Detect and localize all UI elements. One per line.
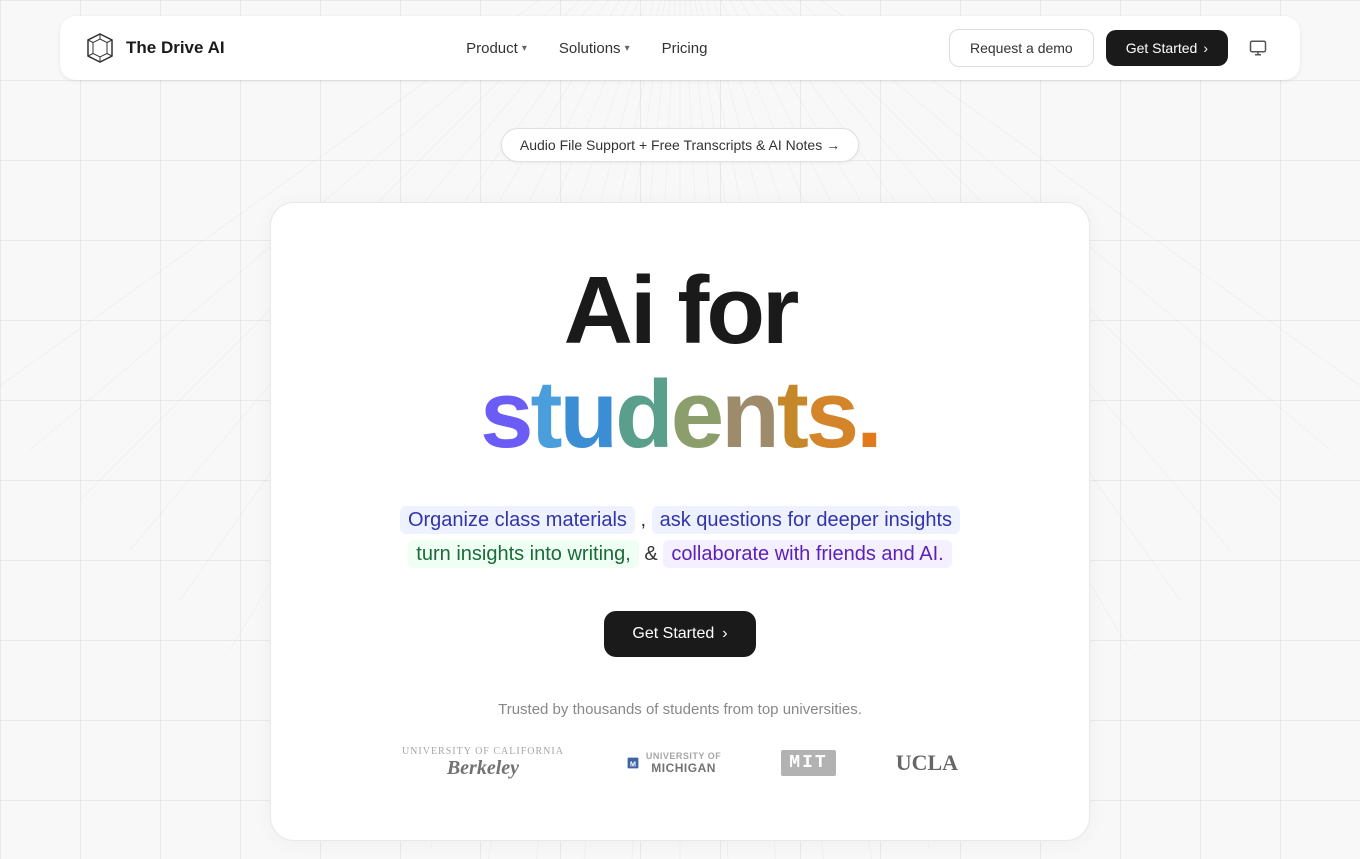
navbar: The Drive AI Product ▾ Solutions ▾ Prici… bbox=[60, 16, 1300, 80]
get-started-nav-button[interactable]: Get Started › bbox=[1106, 30, 1228, 66]
subtitle-highlight-questions: ask questions for deeper insights bbox=[652, 506, 960, 534]
nav-product[interactable]: Product ▾ bbox=[452, 32, 541, 65]
page-wrapper: The Drive AI Product ▾ Solutions ▾ Prici… bbox=[0, 0, 1360, 859]
main-content: The Drive AI Product ▾ Solutions ▾ Prici… bbox=[0, 16, 1360, 841]
hero-title-line1: Ai for bbox=[351, 263, 1009, 359]
request-demo-button[interactable]: Request a demo bbox=[949, 29, 1094, 67]
letter-s: s bbox=[480, 367, 530, 463]
letter-t2: t bbox=[777, 367, 806, 463]
get-started-hero-button[interactable]: Get Started › bbox=[604, 611, 755, 657]
letter-d: d bbox=[615, 367, 671, 463]
svg-text:M: M bbox=[630, 760, 636, 769]
hero-card: Ai for s t u d e n t s . Organize class … bbox=[270, 202, 1090, 841]
letter-dot: . bbox=[856, 367, 880, 463]
subtitle-highlight-writing: turn insights into writing, bbox=[408, 540, 639, 568]
nav-links: Product ▾ Solutions ▾ Pricing bbox=[452, 32, 721, 65]
subtitle-amp: & bbox=[644, 543, 663, 565]
hero-subtitle: Organize class materials , ask questions… bbox=[351, 503, 1009, 571]
letter-s2: s bbox=[806, 367, 856, 463]
subtitle-highlight-collaborate: collaborate with friends and AI. bbox=[663, 540, 951, 568]
berkeley-logo: UNIVERSITY OF CALIFORNIA Berkeley bbox=[402, 746, 564, 780]
hero-section: Audio File Support + Free Transcripts & … bbox=[0, 80, 1360, 841]
chevron-down-icon: ▾ bbox=[625, 43, 630, 54]
trusted-text: Trusted by thousands of students from to… bbox=[351, 701, 1009, 718]
brand-name: The Drive AI bbox=[126, 38, 225, 58]
arrow-right-icon: › bbox=[1203, 40, 1208, 56]
mit-logo: MIT bbox=[781, 750, 835, 776]
nav-pricing[interactable]: Pricing bbox=[648, 32, 722, 65]
subtitle-comma1: , bbox=[641, 509, 652, 531]
brand-logo-icon bbox=[84, 32, 116, 64]
monitor-icon[interactable] bbox=[1240, 30, 1276, 66]
nav-solutions[interactable]: Solutions ▾ bbox=[545, 32, 644, 65]
announcement-badge[interactable]: Audio File Support + Free Transcripts & … bbox=[501, 128, 859, 162]
chevron-down-icon: ▾ bbox=[522, 43, 527, 54]
letter-u: u bbox=[560, 367, 616, 463]
letter-e: e bbox=[671, 367, 721, 463]
nav-actions: Request a demo Get Started › bbox=[949, 29, 1276, 67]
announcement-text: Audio File Support + Free Transcripts & … bbox=[520, 137, 840, 153]
michigan-logo: M UNIVERSITY OF MICHIGAN bbox=[624, 751, 721, 775]
letter-t: t bbox=[531, 367, 560, 463]
ucla-logo: UCLA bbox=[896, 750, 958, 776]
university-logos: UNIVERSITY OF CALIFORNIA Berkeley M UNIV… bbox=[351, 746, 1009, 780]
brand-logo-link[interactable]: The Drive AI bbox=[84, 32, 225, 64]
hero-title-line2: s t u d e n t s . bbox=[351, 367, 1009, 463]
letter-n: n bbox=[721, 367, 777, 463]
arrow-right-icon: › bbox=[722, 625, 727, 643]
subtitle-highlight-organize: Organize class materials bbox=[400, 506, 635, 534]
